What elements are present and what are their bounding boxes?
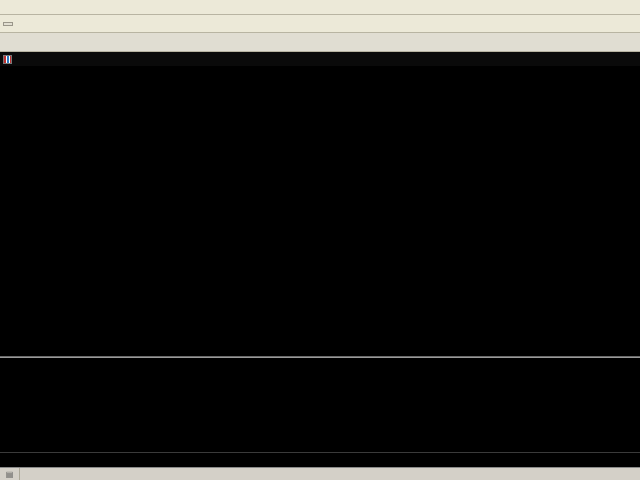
period-mn-button[interactable]	[3, 21, 13, 26]
periods-toolbar	[0, 15, 640, 33]
mt4-window: ▤	[0, 0, 640, 480]
price-chart[interactable]	[0, 66, 640, 356]
main-toolbar	[0, 0, 640, 15]
chart-title-bar[interactable]	[0, 52, 640, 66]
stochastic-panel[interactable]	[0, 358, 640, 452]
time-axis	[0, 452, 640, 467]
chart-tab-bar: ▤	[0, 467, 640, 480]
window-list-icon[interactable]: ▤	[0, 468, 20, 480]
mdi-client-area	[0, 33, 640, 52]
chart-window-icon	[3, 54, 12, 64]
